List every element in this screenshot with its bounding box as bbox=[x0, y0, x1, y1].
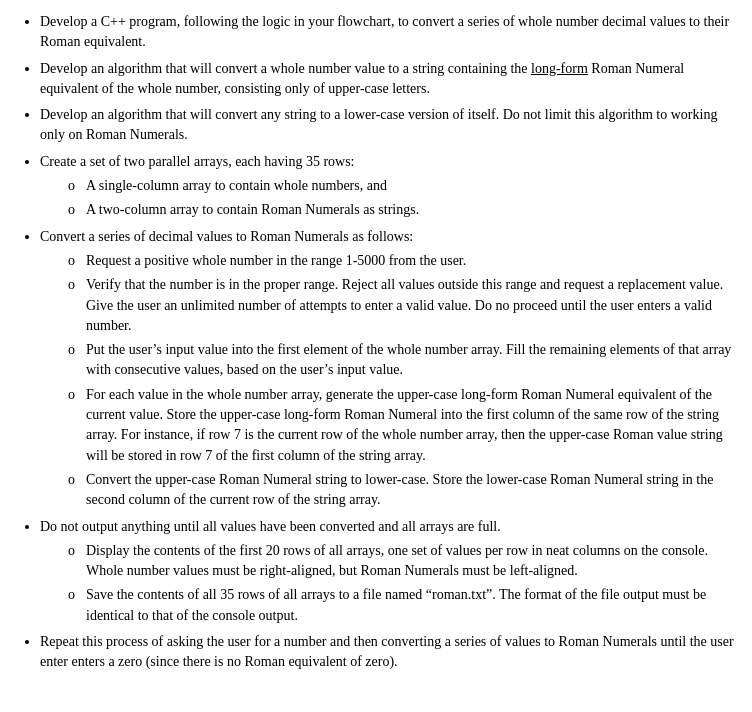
item4b-text: A two-column array to contain Roman Nume… bbox=[86, 202, 419, 217]
item6a-text: Display the contents of the first 20 row… bbox=[86, 543, 708, 578]
sublist-5-item-e: Convert the upper-case Roman Numeral str… bbox=[68, 470, 736, 511]
sublist-5-item-b: Verify that the number is in the proper … bbox=[68, 275, 736, 336]
item5a-text: Request a positive whole number in the r… bbox=[86, 253, 466, 268]
sublist-4-item-b: A two-column array to contain Roman Nume… bbox=[68, 200, 736, 220]
item7-text: Repeat this process of asking the user f… bbox=[40, 634, 734, 669]
item6b-text: Save the contents of all 35 rows of all … bbox=[86, 587, 706, 622]
item5b-text: Verify that the number is in the proper … bbox=[86, 277, 723, 333]
item5-text: Convert a series of decimal values to Ro… bbox=[40, 229, 413, 244]
sublist-5-item-a: Request a positive whole number in the r… bbox=[68, 251, 736, 271]
item2-underline: long-form bbox=[531, 61, 588, 76]
item6-text: Do not output anything until all values … bbox=[40, 519, 501, 534]
sublist-6-item-b: Save the contents of all 35 rows of all … bbox=[68, 585, 736, 626]
sublist-5-item-d: For each value in the whole number array… bbox=[68, 385, 736, 466]
item5e-text: Convert the upper-case Roman Numeral str… bbox=[86, 472, 713, 507]
sublist-4-item-a: A single-column array to contain whole n… bbox=[68, 176, 736, 196]
list-item-5: Convert a series of decimal values to Ro… bbox=[40, 227, 736, 511]
item5c-text: Put the user’s input value into the firs… bbox=[86, 342, 731, 377]
sublist-6: Display the contents of the first 20 row… bbox=[40, 541, 736, 626]
sublist-4: A single-column array to contain whole n… bbox=[40, 176, 736, 221]
item1-text: Develop a C++ program, following the log… bbox=[40, 14, 729, 49]
item4-text: Create a set of two parallel arrays, eac… bbox=[40, 154, 355, 169]
list-item-7: Repeat this process of asking the user f… bbox=[40, 632, 736, 673]
list-item-4: Create a set of two parallel arrays, eac… bbox=[40, 152, 736, 221]
item2-text-before: Develop an algorithm that will convert a… bbox=[40, 61, 531, 76]
list-item-6: Do not output anything until all values … bbox=[40, 517, 736, 626]
list-item-1: Develop a C++ program, following the log… bbox=[40, 12, 736, 53]
item3-text: Develop an algorithm that will convert a… bbox=[40, 107, 717, 142]
sublist-5: Request a positive whole number in the r… bbox=[40, 251, 736, 511]
main-list: Develop a C++ program, following the log… bbox=[16, 12, 736, 673]
list-item-2: Develop an algorithm that will convert a… bbox=[40, 59, 736, 100]
list-item-3: Develop an algorithm that will convert a… bbox=[40, 105, 736, 146]
item4a-text: A single-column array to contain whole n… bbox=[86, 178, 387, 193]
sublist-6-item-a: Display the contents of the first 20 row… bbox=[68, 541, 736, 582]
sublist-5-item-c: Put the user’s input value into the firs… bbox=[68, 340, 736, 381]
item5d-text: For each value in the whole number array… bbox=[86, 387, 723, 463]
